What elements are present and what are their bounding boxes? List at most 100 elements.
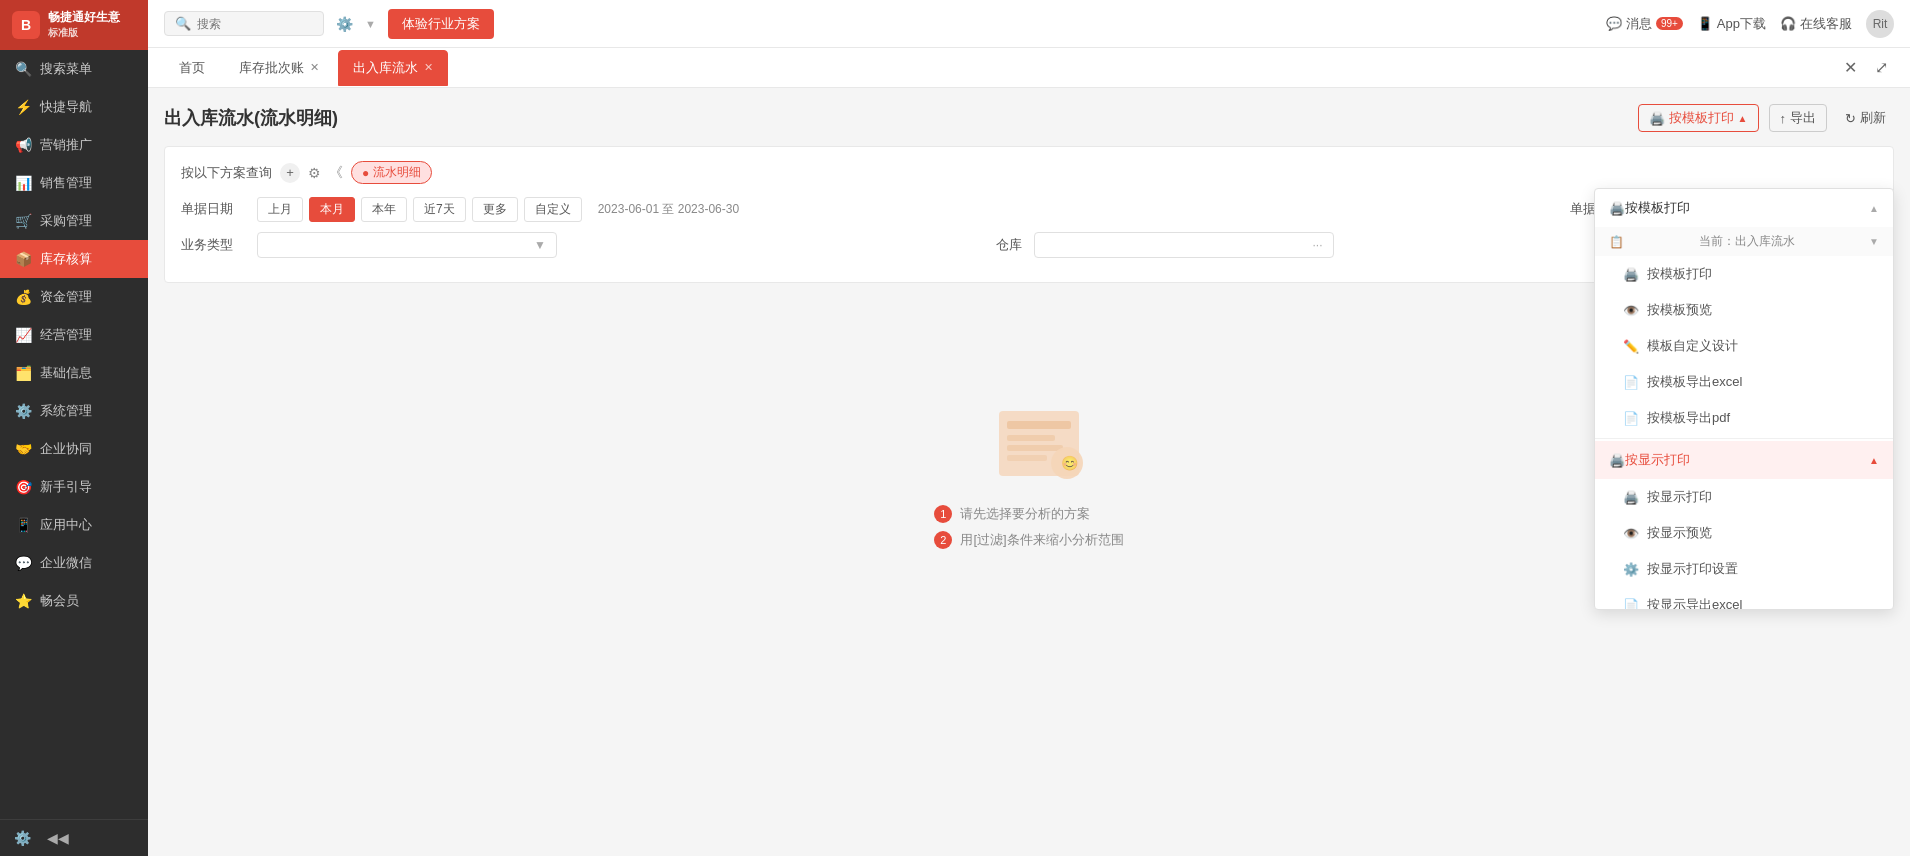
message-label: 消息 [1626,15,1652,33]
tab-expand-btn[interactable]: ⤢ [1869,56,1894,79]
dropdown-panel: 🖨️ 按模板打印 ▲ 📋 当前：出入库流水 ▼ 🖨️ 按模板打印 [1594,188,1894,610]
design-icon: ✏️ [1623,339,1639,354]
sidebar-item-apps[interactable]: 📱 应用中心 [0,506,148,544]
date-btn-week[interactable]: 近7天 [413,197,466,222]
sidebar-label-sales: 销售管理 [40,174,92,192]
sidebar-icon-finance: 💰 [14,289,32,305]
date-btn-current-month[interactable]: 本月 [309,197,355,222]
filter-date-options: 上月 本月 本年 近7天 更多 自定义 [257,197,582,222]
dropdown-item-template-preview[interactable]: 👁️ 按模板预览 [1595,292,1893,328]
sidebar-item-basics[interactable]: 🗂️ 基础信息 [0,354,148,392]
sidebar-item-system[interactable]: ⚙️ 系统管理 [0,392,148,430]
refresh-icon: ↻ [1845,111,1856,126]
sidebar-label-search: 搜索菜单 [40,60,92,78]
date-btn-prev-month[interactable]: 上月 [257,197,303,222]
tabbar-actions: ✕ ⤢ [1838,56,1894,79]
sidebar-label-marketing: 营销推广 [40,136,92,154]
sidebar-item-search[interactable]: 🔍 搜索菜单 [0,50,148,88]
sidebar-logo: B [12,11,40,39]
dropdown-item-display-excel[interactable]: 📄 按显示导出excel [1595,587,1893,609]
page-content: 出入库流水(流水明细) 🖨️ 按模板打印 ▲ ↑ 导出 ↻ 刷新 [148,88,1910,856]
item-label: 按显示预览 [1647,524,1712,542]
tab-home[interactable]: 首页 [164,50,220,86]
dropdown-item-template-print[interactable]: 🖨️ 按模板打印 [1595,256,1893,292]
dropdown-display-label: 按显示打印 [1625,451,1690,469]
sidebar-title: 畅捷通好生意 [48,10,120,26]
sidebar-item-guide[interactable]: 🎯 新手引导 [0,468,148,506]
item-label: 按显示导出excel [1647,596,1742,609]
trial-btn[interactable]: 体验行业方案 [388,9,494,39]
search-input[interactable] [197,17,297,31]
settings-footer-icon[interactable]: ⚙️ [14,830,31,846]
export-icon: ↑ [1780,111,1787,126]
printer-icon: 🖨️ [1649,111,1665,126]
tab-batch-account-close[interactable]: ✕ [310,61,319,74]
date-btn-custom[interactable]: 自定义 [524,197,582,222]
message-icon: 💬 [1606,16,1622,31]
sidebar-item-purchase[interactable]: 🛒 采购管理 [0,202,148,240]
filter-tag[interactable]: ● 流水明细 [351,161,432,184]
sidebar-label-basics: 基础信息 [40,364,92,382]
app-download-group[interactable]: 📱 App下载 [1697,15,1766,33]
item-label: 按模板打印 [1647,265,1712,283]
sidebar-icon-inventory: 📦 [14,251,32,267]
tab-batch-account[interactable]: 库存批次账 ✕ [224,50,334,86]
page-title: 出入库流水(流水明细) [164,106,338,130]
sidebar-icon-system: ⚙️ [14,403,32,419]
collapse-sidebar-icon[interactable]: ◀◀ [47,830,69,846]
export-btn[interactable]: ↑ 导出 [1769,104,1828,132]
dropdown-item-display-settings[interactable]: ⚙️ 按显示打印设置 [1595,551,1893,587]
dropdown-template-header[interactable]: 🖨️ 按模板打印 ▲ [1595,189,1893,227]
topbar-search-box[interactable]: 🔍 [164,11,324,36]
svg-rect-4 [1007,455,1047,461]
svg-text:😊: 😊 [1061,455,1079,472]
filter-biz-type-select[interactable]: ▼ [257,232,557,258]
topbar: 🔍 ⚙️ ▼ 体验行业方案 💬 消息 99+ 📱 App下载 🎧 在线客服 Ri… [148,0,1910,48]
sidebar-label-quick-nav: 快捷导航 [40,98,92,116]
dropdown-item-template-pdf[interactable]: 📄 按模板导出pdf [1595,400,1893,436]
sidebar-item-sales[interactable]: 📊 销售管理 [0,164,148,202]
template-print-btn[interactable]: 🖨️ 按模板打印 ▲ [1638,104,1759,132]
dropdown-arrow-icon[interactable]: ▼ [365,18,376,30]
tab-flow[interactable]: 出入库流水 ✕ [338,50,448,86]
tab-flow-label: 出入库流水 [353,59,418,77]
date-btn-year[interactable]: 本年 [361,197,407,222]
sidebar-label-system: 系统管理 [40,402,92,420]
sidebar-label-member: 畅会员 [40,592,79,610]
online-service-group[interactable]: 🎧 在线客服 [1780,15,1852,33]
sidebar-label-inventory: 库存核算 [40,250,92,268]
message-group[interactable]: 💬 消息 99+ [1606,15,1683,33]
sidebar-header: B 畅捷通好生意 标准版 [0,0,148,50]
tab-close-btn[interactable]: ✕ [1838,56,1863,79]
sidebar-item-wechat[interactable]: 💬 企业微信 [0,544,148,582]
dropdown-item-template-custom[interactable]: ✏️ 模板自定义设计 [1595,328,1893,364]
user-avatar[interactable]: Rit [1866,10,1894,38]
dropdown-item-display-preview[interactable]: 👁️ 按显示预览 [1595,515,1893,551]
sidebar-item-operations[interactable]: 📈 经营管理 [0,316,148,354]
svg-rect-2 [1007,435,1055,441]
sidebar-item-inventory[interactable]: 📦 库存核算 [0,240,148,278]
filter-add-btn[interactable]: + [280,163,300,183]
filter-settings-btn[interactable]: ⚙ [308,165,321,181]
empty-step-2: 2 用[过滤]条件来缩小分析范围 [934,527,1123,553]
item-label: 按显示打印 [1647,488,1712,506]
item-label: 模板自定义设计 [1647,337,1738,355]
tab-flow-close[interactable]: ✕ [424,61,433,74]
biz-type-arrow: ▼ [534,238,546,252]
dropdown-template-label: 按模板打印 [1625,199,1690,217]
sidebar-item-quick-nav[interactable]: ⚡ 快捷导航 [0,88,148,126]
dropdown-current-template[interactable]: 📋 当前：出入库流水 ▼ [1595,227,1893,256]
dropdown-display-header[interactable]: 🖨️ 按显示打印 ▲ [1595,441,1893,479]
dropdown-item-template-excel[interactable]: 📄 按模板导出excel [1595,364,1893,400]
filter-collapse-btn[interactable]: 《 [329,164,343,182]
date-btn-more[interactable]: 更多 [472,197,518,222]
refresh-btn[interactable]: ↻ 刷新 [1837,105,1894,131]
sidebar-item-member[interactable]: ⭐ 畅会员 [0,582,148,620]
dropdown-item-display-print[interactable]: 🖨️ 按显示打印 [1595,479,1893,515]
sidebar-item-cooperation[interactable]: 🤝 企业协同 [0,430,148,468]
sidebar-item-marketing[interactable]: 📢 营销推广 [0,126,148,164]
filter-warehouse-select[interactable]: ··· [1034,232,1334,258]
topbar-settings-icon[interactable]: ⚙️ [336,16,353,32]
search-icon: 🔍 [175,16,191,31]
sidebar-item-finance[interactable]: 💰 资金管理 [0,278,148,316]
